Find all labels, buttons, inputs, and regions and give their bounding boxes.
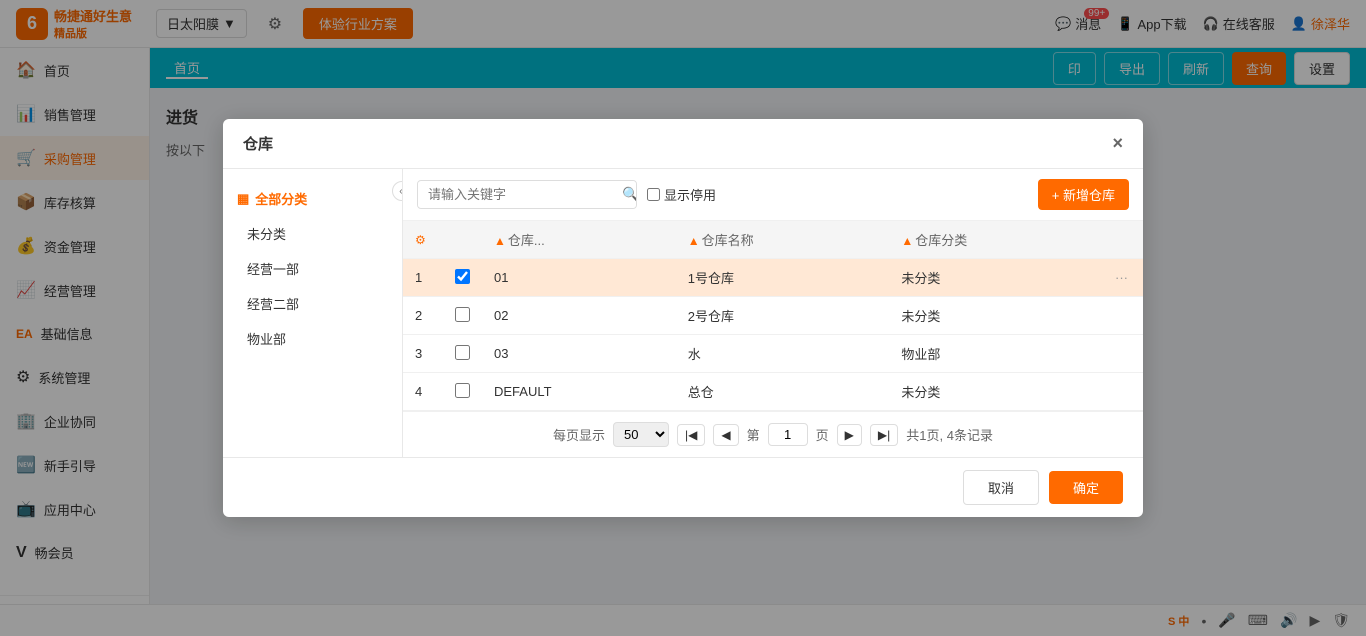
modal-left-panel: ▦ 全部分类 « 未分类 经营一部 经营二部 物业部 — [223, 169, 403, 457]
table-row[interactable]: 4 DEFAULT 总仓 未分类 — [403, 373, 1143, 411]
modal-right-panel: 🔍 显示停用 + 新增仓库 ⚙ — [403, 169, 1143, 457]
prev-page-btn[interactable]: ◀ — [713, 424, 738, 446]
th-category[interactable]: ▲仓库分类 — [889, 221, 1103, 259]
table-row[interactable]: 2 02 2号仓库 未分类 — [403, 297, 1143, 335]
th-settings[interactable]: ⚙ — [403, 221, 443, 259]
row-checkbox[interactable] — [455, 307, 470, 322]
row-more[interactable] — [1103, 373, 1143, 411]
row-code: 02 — [482, 297, 676, 335]
th-code[interactable]: ▲仓库... — [482, 221, 676, 259]
modal-title: 仓库 — [243, 133, 273, 154]
row-code: 01 — [482, 259, 676, 297]
row-index: 2 — [403, 297, 443, 335]
modal-header: 仓库 × — [223, 119, 1143, 169]
th-checkbox — [443, 221, 482, 259]
add-warehouse-button[interactable]: + 新增仓库 — [1038, 179, 1129, 210]
th-actions — [1103, 221, 1143, 259]
row-checkbox[interactable] — [455, 269, 470, 284]
modal-toolbar: 🔍 显示停用 + 新增仓库 — [403, 169, 1143, 221]
table-row[interactable]: 3 03 水 物业部 — [403, 335, 1143, 373]
row-index: 3 — [403, 335, 443, 373]
modal-body: ▦ 全部分类 « 未分类 经营一部 经营二部 物业部 🔍 — [223, 169, 1143, 457]
category-header[interactable]: ▦ 全部分类 — [223, 181, 402, 216]
search-box: 🔍 — [417, 180, 637, 209]
row-category: 未分类 — [889, 373, 1103, 411]
row-checkbox[interactable] — [455, 383, 470, 398]
modal-footer: 取消 确定 — [223, 457, 1143, 517]
search-input[interactable] — [418, 182, 614, 207]
row-name: 总仓 — [676, 373, 890, 411]
row-category: 未分类 — [889, 259, 1103, 297]
category-item-ops1[interactable]: 经营一部 — [223, 251, 402, 286]
warehouse-modal: 仓库 × ▦ 全部分类 « 未分类 经营一部 经营二部 物业部 — [223, 119, 1143, 517]
row-more[interactable] — [1103, 297, 1143, 335]
row-index: 4 — [403, 373, 443, 411]
next-page-btn[interactable]: ▶ — [837, 424, 862, 446]
row-checkbox[interactable] — [455, 345, 470, 360]
th-name[interactable]: ▲仓库名称 — [676, 221, 890, 259]
page-input[interactable] — [768, 423, 808, 446]
search-button[interactable]: 🔍 — [614, 181, 637, 208]
row-checkbox-cell[interactable] — [443, 297, 482, 335]
row-index: 1 — [403, 259, 443, 297]
row-name: 1号仓库 — [676, 259, 890, 297]
grid-icon: ▦ — [237, 191, 249, 207]
category-item-unclassified[interactable]: 未分类 — [223, 216, 402, 251]
modal-overlay: 仓库 × ▦ 全部分类 « 未分类 经营一部 经营二部 物业部 — [0, 0, 1366, 636]
per-page-select[interactable]: 50 10 20 100 — [613, 422, 669, 447]
first-page-btn[interactable]: |◀ — [677, 424, 705, 446]
category-item-ops2[interactable]: 经营二部 — [223, 286, 402, 321]
row-more[interactable] — [1103, 335, 1143, 373]
table-header: ⚙ ▲仓库... ▲仓库名称 ▲仓库分类 — [403, 221, 1143, 259]
row-more[interactable]: ··· — [1103, 259, 1143, 297]
table-row[interactable]: 1 01 1号仓库 未分类 ··· — [403, 259, 1143, 297]
cancel-button[interactable]: 取消 — [963, 470, 1039, 505]
warehouse-table: ⚙ ▲仓库... ▲仓库名称 ▲仓库分类 1 01 1号仓库 未分 — [403, 221, 1143, 411]
modal-close-button[interactable]: × — [1112, 133, 1123, 154]
row-name: 2号仓库 — [676, 297, 890, 335]
last-page-btn[interactable]: ▶| — [870, 424, 898, 446]
total-info: 共1页, 4条记录 — [906, 425, 993, 444]
warehouse-table-wrap: ⚙ ▲仓库... ▲仓库名称 ▲仓库分类 1 01 1号仓库 未分 — [403, 221, 1143, 411]
confirm-button[interactable]: 确定 — [1049, 471, 1123, 504]
row-checkbox-cell[interactable] — [443, 373, 482, 411]
row-code: DEFAULT — [482, 373, 676, 411]
row-checkbox-cell[interactable] — [443, 335, 482, 373]
show-disabled-label[interactable]: 显示停用 — [647, 185, 716, 204]
category-item-property[interactable]: 物业部 — [223, 321, 402, 356]
row-code: 03 — [482, 335, 676, 373]
row-category: 未分类 — [889, 297, 1103, 335]
modal-pagination: 每页显示 50 10 20 100 |◀ ◀ 第 页 ▶ ▶| 共1页, 4条记… — [403, 411, 1143, 457]
row-checkbox-cell[interactable] — [443, 259, 482, 297]
warehouse-table-body: 1 01 1号仓库 未分类 ··· 2 02 2号仓库 未分类 3 03 水 物… — [403, 259, 1143, 411]
row-name: 水 — [676, 335, 890, 373]
show-disabled-checkbox[interactable] — [647, 188, 660, 201]
row-category: 物业部 — [889, 335, 1103, 373]
